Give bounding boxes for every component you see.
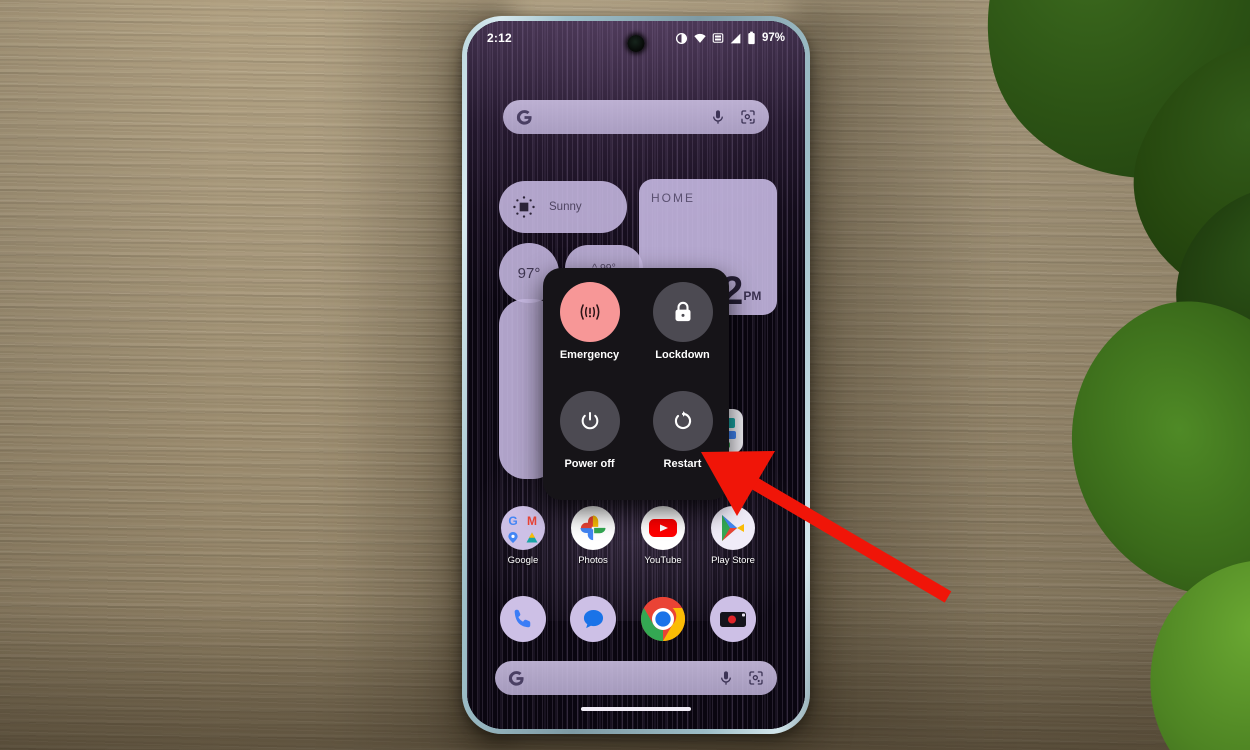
dock-item-phone[interactable]	[491, 596, 555, 642]
contrast-icon	[675, 32, 687, 44]
microphone-icon[interactable]	[718, 670, 734, 686]
lock-glyph-icon	[675, 301, 690, 322]
power-glyph-icon	[581, 412, 598, 430]
power-menu-dialog[interactable]: Emergency Lockdown Power off Restart	[543, 268, 729, 500]
app-play-store[interactable]: Play Store	[701, 506, 765, 566]
screen-recorder-icon	[710, 596, 756, 642]
app-label: Photos	[578, 555, 608, 566]
microphone-icon[interactable]	[710, 109, 726, 125]
weather-condition-label: Sunny	[549, 201, 582, 213]
sun-grid-icon	[513, 196, 535, 218]
app-youtube[interactable]: YouTube	[631, 506, 695, 566]
smartphone-device: 2:12 97% Sunny 97° HOME PM G M Google Ph…	[462, 16, 810, 734]
google-photos-icon	[571, 506, 615, 550]
restart-glyph-icon	[674, 411, 691, 430]
weather-widget[interactable]: Sunny	[499, 181, 627, 233]
status-bar-clock: 2:12	[487, 31, 512, 45]
power-menu-item-restart[interactable]: Restart	[636, 391, 729, 500]
google-g-icon	[508, 670, 524, 686]
home-gesture-bar[interactable]	[581, 707, 691, 711]
dock-item-messages[interactable]	[561, 596, 625, 642]
google-lens-icon[interactable]	[740, 109, 756, 125]
temperature-label: 97°	[517, 264, 541, 282]
google-play-glyph-icon	[722, 515, 744, 541]
power-menu-label: Lockdown	[655, 349, 710, 361]
app-google-folder[interactable]: G M Google	[491, 506, 555, 566]
dock-item-screen-recorder[interactable]	[701, 596, 765, 642]
signal-icon	[730, 33, 741, 43]
google-folder-icon: G M	[501, 506, 545, 550]
phone-glyph-icon	[514, 609, 531, 628]
power-menu-label: Power off	[564, 458, 615, 470]
power-icon	[559, 391, 620, 451]
app-label: Google	[507, 555, 539, 566]
messages-icon	[570, 596, 616, 642]
emergency-signal-glyph-icon	[580, 304, 599, 320]
wifi-icon	[694, 33, 706, 43]
phone-icon	[500, 596, 546, 642]
google-search-bar-top[interactable]	[503, 100, 769, 134]
chrome-icon	[640, 596, 686, 642]
chrome-glyph-icon	[640, 596, 686, 642]
screen-recorder-glyph-icon	[720, 612, 746, 627]
svg-text:M: M	[527, 514, 537, 528]
app-label: YouTube	[644, 555, 682, 566]
youtube-icon	[641, 506, 685, 550]
google-g-icon	[516, 109, 532, 125]
phone-screen[interactable]: 2:12 97% Sunny 97° HOME PM G M Google Ph…	[467, 21, 805, 729]
sim-badge-icon	[712, 33, 724, 43]
google-photos-glyph-icon	[580, 515, 606, 541]
google-search-bar-bottom[interactable]	[495, 661, 777, 695]
clock-widget-ampm: PM	[743, 289, 762, 303]
power-menu-item-emergency[interactable]: Emergency	[543, 282, 636, 391]
svg-text:G: G	[508, 514, 517, 528]
app-label: Play Store	[711, 555, 755, 566]
battery-percent-label: 97%	[761, 32, 785, 44]
front-camera-icon	[627, 35, 645, 52]
app-photos[interactable]: Photos	[561, 506, 625, 566]
google-play-icon	[711, 506, 755, 550]
messages-glyph-icon	[583, 609, 603, 628]
battery-icon	[748, 31, 755, 45]
power-menu-item-power-off[interactable]: Power off	[543, 391, 636, 500]
google-lens-icon[interactable]	[748, 670, 764, 686]
dock	[491, 596, 791, 652]
lock-icon	[652, 282, 713, 342]
power-menu-item-lockdown[interactable]: Lockdown	[636, 282, 729, 391]
youtube-glyph-icon	[649, 519, 677, 537]
emergency-signal-icon	[559, 282, 620, 342]
google-folder-glyph-icon: G M	[508, 514, 538, 543]
clock-widget-title: HOME	[651, 191, 695, 205]
power-menu-label: Restart	[663, 458, 702, 470]
dock-item-chrome[interactable]	[631, 596, 695, 642]
power-menu-label: Emergency	[559, 349, 620, 361]
restart-icon	[652, 391, 713, 451]
app-row: G M Google Photos YouTube Play Store	[491, 506, 791, 578]
status-bar-icons: 97%	[675, 31, 785, 45]
